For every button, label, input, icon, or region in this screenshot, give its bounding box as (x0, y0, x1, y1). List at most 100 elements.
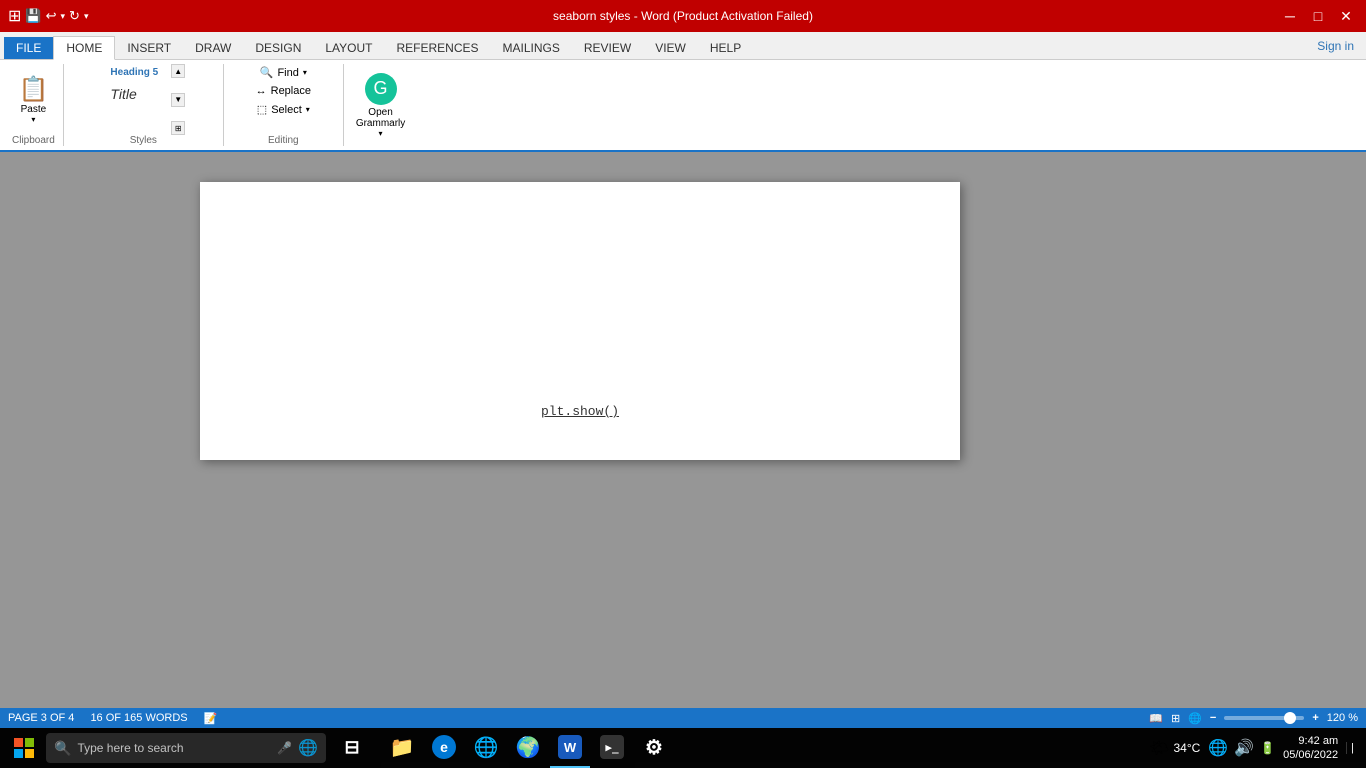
grammarly-name-label: Grammarly (356, 118, 405, 129)
title-bar: ⊞ 💾 ↩ ▾ ↻ ▾ seaborn styles - Word (Produ… (0, 0, 1366, 32)
weather-icon: 🌤 (1149, 738, 1169, 758)
replace-icon: ↔ (256, 85, 267, 97)
chrome-icon: 🌍 (516, 735, 540, 759)
find-button[interactable]: 🔍 Find ▾ (256, 64, 311, 81)
taskbar-app-edge[interactable]: e (424, 728, 464, 768)
save-icon[interactable]: 💾 (25, 8, 41, 24)
grammarly-dropdown-icon: ▾ (379, 129, 383, 138)
plt-show-text: plt.show() (541, 404, 619, 419)
word-background: plt.show() (0, 152, 1366, 708)
style-title[interactable]: Title (101, 83, 167, 105)
tab-mailings[interactable]: MAILINGS (491, 37, 572, 59)
clock-time: 9:42 am (1298, 734, 1338, 748)
taskbar-app-explorer[interactable]: 📁 (382, 728, 422, 768)
clock[interactable]: 9:42 am 05/06/2022 (1283, 734, 1338, 763)
search-bar[interactable]: 🔍 Type here to search 🎤 🌐 (46, 733, 326, 763)
editing-items: 🔍 Find ▾ ↔ Replace ⬚ Select ▾ (252, 64, 315, 135)
clipboard-group: 📋 Paste ▾ Clipboard (4, 64, 64, 146)
web-icon[interactable]: 🌐 (1188, 712, 1202, 725)
title-bar-controls: ─ □ ✕ (1278, 4, 1358, 28)
ribbon-content: 📋 Paste ▾ Clipboard Heading 5 Title ▲ ▼ … (0, 60, 1366, 152)
styles-down[interactable]: ▼ (171, 93, 185, 107)
editing-group: 🔍 Find ▾ ↔ Replace ⬚ Select ▾ Editing (224, 64, 344, 146)
status-right: 📖 ⊞ 🌐 − + 120 % (1149, 712, 1358, 725)
zoom-level: 120 % (1327, 712, 1358, 724)
ribbon-tabs: FILE HOME INSERT DRAW DESIGN LAYOUT REFE… (0, 32, 1166, 60)
volume-tray-icon[interactable]: 🔊 (1234, 738, 1254, 758)
cortana-icon: 🎤 (277, 741, 292, 755)
replace-button[interactable]: ↔ Replace (252, 83, 315, 99)
start-button[interactable] (4, 728, 44, 768)
search-icon: 🔍 (54, 740, 71, 757)
bing-icon: 🌐 (298, 738, 318, 758)
style-heading5[interactable]: Heading 5 (101, 64, 167, 81)
editing-label: Editing (268, 135, 299, 146)
view-icon[interactable]: 📖 (1149, 712, 1163, 725)
taskbar-app-word[interactable]: W (550, 728, 590, 768)
network-tray-icon[interactable]: 🌐 (1208, 738, 1228, 758)
explorer-icon: 📁 (390, 735, 414, 759)
select-button[interactable]: ⬚ Select ▾ (253, 101, 314, 118)
taskbar-app-settings[interactable]: ⚙ (634, 728, 674, 768)
select-icon: ⬚ (257, 103, 267, 116)
taskbar-app-terminal[interactable]: ▶_ (592, 728, 632, 768)
clipboard-items: 📋 Paste ▾ (18, 64, 48, 135)
sign-in-button[interactable]: Sign in (1317, 39, 1354, 53)
zoom-slider[interactable] (1224, 716, 1304, 720)
tab-references[interactable]: REFERENCES (385, 37, 491, 59)
terminal-icon: ▶_ (600, 735, 624, 759)
close-button[interactable]: ✕ (1334, 4, 1358, 28)
chrome-alt-icon: 🌐 (474, 735, 498, 759)
zoom-minus[interactable]: − (1210, 712, 1216, 724)
tab-help[interactable]: HELP (698, 37, 753, 59)
undo-dropdown[interactable]: ▾ (61, 11, 66, 22)
word-icon: W (558, 735, 582, 759)
styles-scroll: ▲ ▼ ⊞ (171, 64, 185, 135)
clock-date: 05/06/2022 (1283, 748, 1338, 762)
battery-tray-icon[interactable]: 🔋 (1260, 741, 1275, 755)
tab-layout[interactable]: LAYOUT (313, 37, 384, 59)
paste-button[interactable]: 📋 Paste ▾ (18, 75, 48, 124)
tab-insert[interactable]: INSERT (115, 37, 183, 59)
redo-icon[interactable]: ↻ (69, 8, 80, 24)
taskbar: 🔍 Type here to search 🎤 🌐 ⊟ 📁 e 🌐 🌍 W ▶_… (0, 728, 1366, 768)
windows-icon: ⊞ (8, 6, 21, 26)
window-title: seaborn styles - Word (Product Activatio… (553, 9, 813, 23)
undo-icon[interactable]: ↩ (46, 8, 57, 24)
clipboard-label: Clipboard (12, 135, 55, 146)
customize-icon[interactable]: ▾ (84, 11, 89, 22)
styles-expand[interactable]: ⊞ (171, 121, 185, 135)
temp-label: 34°C (1173, 741, 1200, 755)
tab-file[interactable]: FILE (4, 37, 53, 59)
tab-home[interactable]: HOME (53, 36, 115, 60)
taskbar-app-chrome[interactable]: 🌍 (508, 728, 548, 768)
grammarly-open-label: Open (368, 107, 392, 118)
layout-icon[interactable]: ⊞ (1171, 712, 1180, 725)
weather-widget[interactable]: 🌤 34°C (1149, 738, 1200, 758)
styles-group: Heading 5 Title ▲ ▼ ⊞ Styles (64, 64, 224, 146)
styles-label: Styles (130, 135, 157, 146)
track-changes-icon[interactable]: 📝 (204, 712, 218, 725)
taskbar-app-chrome-alt[interactable]: 🌐 (466, 728, 506, 768)
minimize-button[interactable]: ─ (1278, 4, 1302, 28)
styles-up[interactable]: ▲ (171, 64, 185, 78)
maximize-button[interactable]: □ (1306, 4, 1330, 28)
taskbar-task-view[interactable]: ⊟ (332, 728, 372, 768)
search-placeholder: Type here to search (77, 741, 183, 755)
styles-items: Heading 5 Title ▲ ▼ ⊞ (101, 64, 185, 135)
system-tray: 🌐 🔊 🔋 (1208, 738, 1275, 758)
quick-access-toolbar: ⊞ 💾 ↩ ▾ ↻ ▾ (0, 0, 96, 32)
taskbar-apps: 📁 e 🌐 🌍 W ▶_ ⚙ (382, 728, 674, 768)
grammarly-button[interactable]: G Open Grammarly ▾ (344, 69, 417, 142)
sign-in-area: Sign in (1166, 32, 1366, 60)
windows-start-icon (14, 738, 34, 758)
show-desktop[interactable]: | (1346, 742, 1354, 754)
tab-design[interactable]: DESIGN (243, 37, 313, 59)
tab-review[interactable]: REVIEW (572, 37, 643, 59)
tab-view[interactable]: VIEW (643, 37, 698, 59)
word-count: 16 OF 165 WORDS (90, 712, 187, 724)
plt-show-container: plt.show() (260, 402, 900, 420)
zoom-plus[interactable]: + (1312, 712, 1318, 724)
tab-draw[interactable]: DRAW (183, 37, 243, 59)
edge-icon: e (432, 735, 456, 759)
